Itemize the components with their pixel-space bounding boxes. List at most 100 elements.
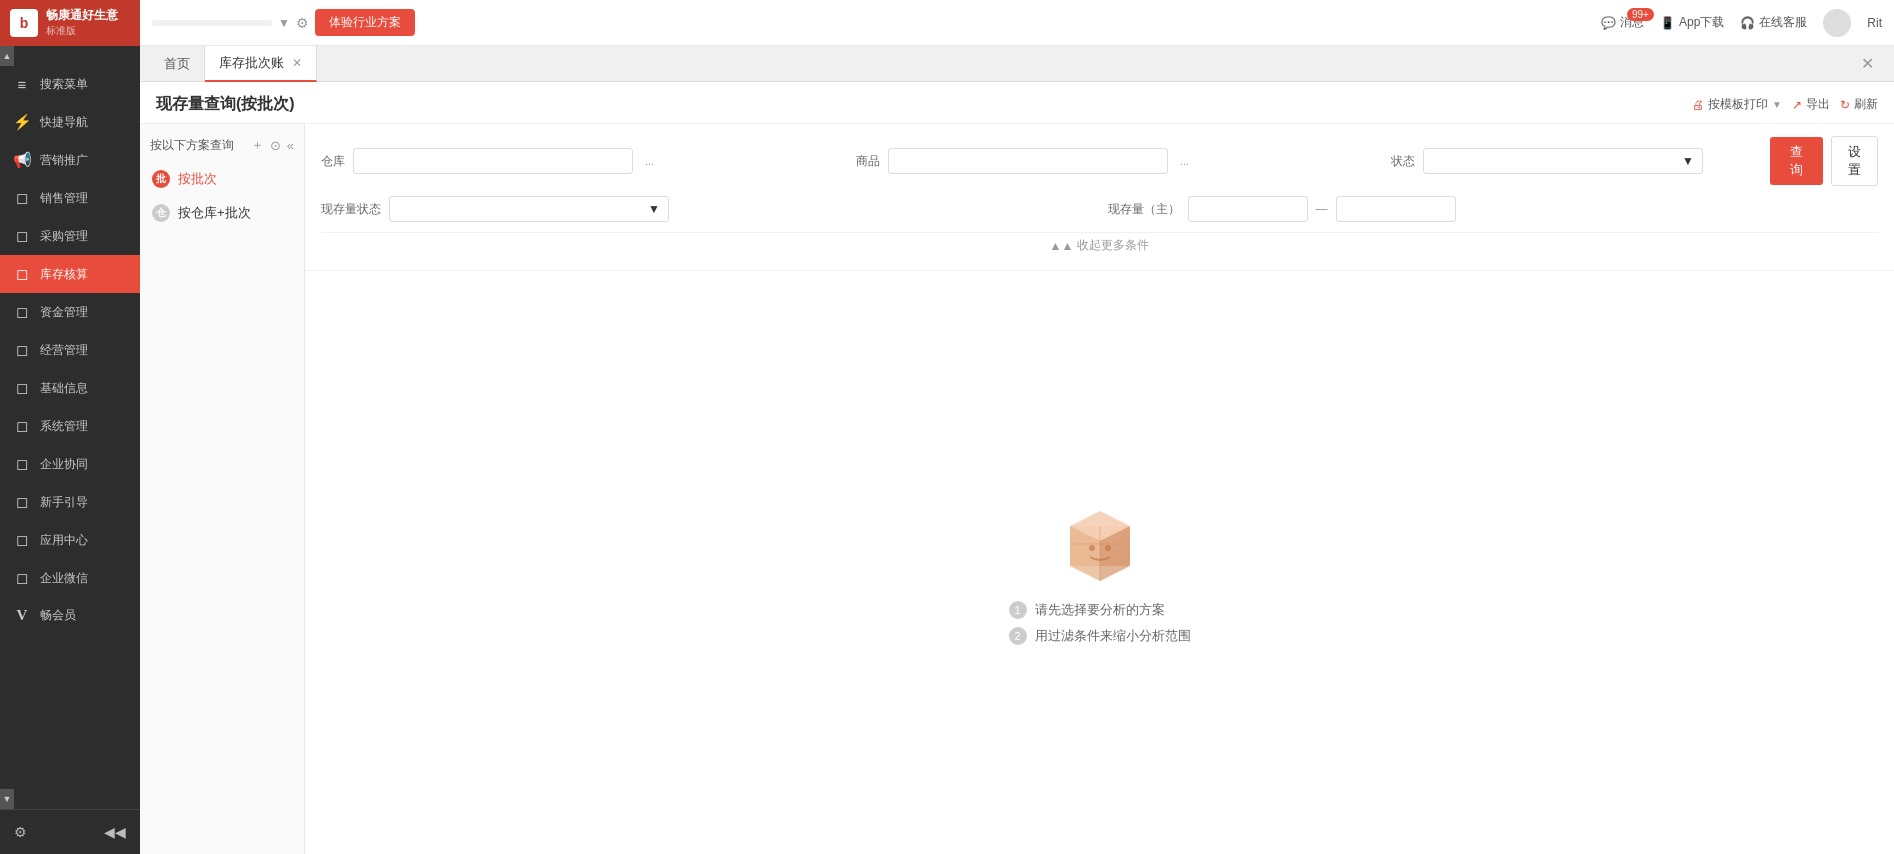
sidebar-item-label-purchase: 采购管理: [40, 228, 88, 245]
search-menu-icon: ≡: [12, 76, 32, 93]
sidebar-item-shortcut[interactable]: ⚡ 快捷导航: [0, 103, 140, 141]
tab-close-icon[interactable]: ✕: [292, 56, 302, 70]
sidebar-item-label-search: 搜索菜单: [40, 76, 88, 93]
tab-panel-close-icon[interactable]: ✕: [1851, 50, 1884, 77]
add-plan-icon[interactable]: ＋: [251, 136, 264, 154]
messages-button[interactable]: 💬 消息 99+: [1601, 14, 1644, 31]
topbar-chevron-icon[interactable]: ▼: [278, 16, 290, 30]
inventory-qty-dash: —: [1316, 202, 1328, 216]
right-panel: 仓库 ... 商品 ... 状态: [305, 124, 1894, 854]
topbar-left: ▼ ⚙ 体验行业方案: [152, 9, 1593, 36]
sidebar-item-sales[interactable]: ◻ 销售管理: [0, 179, 140, 217]
topbar-gear-icon[interactable]: ⚙: [296, 15, 309, 31]
inventory-icon: ◻: [12, 265, 32, 283]
tip-num-2: 2: [1009, 627, 1027, 645]
sidebar-item-newbie[interactable]: ◻ 新手引导: [0, 483, 140, 521]
inventory-qty-max-input[interactable]: [1336, 196, 1456, 222]
svg-point-4: [1089, 545, 1095, 551]
export-icon: ↗: [1792, 98, 1802, 112]
filter-row-2: 现存量状态 ▼ 现存量（主） —: [321, 196, 1878, 222]
sidebar-item-basics[interactable]: ◻ 基础信息: [0, 369, 140, 407]
collapse-label: 收起更多条件: [1077, 237, 1149, 254]
sidebar-item-app-center[interactable]: ◻ 应用中心: [0, 521, 140, 559]
empty-tip-2-text: 用过滤条件来缩小分析范围: [1035, 627, 1191, 645]
tab-inventory-batch[interactable]: 库存批次账 ✕: [205, 46, 317, 82]
status-filter-select[interactable]: ▼: [1423, 148, 1703, 174]
status-select-chevron-icon: ▼: [1682, 154, 1694, 168]
inventory-qty-min-input[interactable]: [1188, 196, 1308, 222]
sidebar-item-marketing[interactable]: 📢 营销推广: [0, 141, 140, 179]
page-content: 现存量查询(按批次) 🖨 按模板打印 ▼ ↗ 导出 ↻ 刷新: [140, 82, 1894, 854]
inventory-status-label: 现存量状态: [321, 201, 381, 218]
sidebar-item-purchase[interactable]: ◻ 采购管理: [0, 217, 140, 255]
sidebar-item-label-inventory: 库存核算: [40, 266, 88, 283]
sidebar-item-inventory[interactable]: ◻ 库存核算: [0, 255, 140, 293]
page-actions: 🖨 按模板打印 ▼ ↗ 导出 ↻ 刷新: [1692, 96, 1878, 113]
query-button[interactable]: 查询: [1770, 137, 1823, 185]
experience-plan-button[interactable]: 体验行业方案: [315, 9, 415, 36]
page-header: 现存量查询(按批次) 🖨 按模板打印 ▼ ↗ 导出 ↻ 刷新: [140, 82, 1894, 124]
app-download-button[interactable]: 📱 App下载: [1660, 14, 1724, 31]
export-button[interactable]: ↗ 导出: [1792, 96, 1830, 113]
sidebar-footer: ⚙ ◀◀: [0, 809, 140, 854]
collapse-filter-button[interactable]: ▲▲ 收起更多条件: [321, 232, 1878, 258]
plan-item-by-batch[interactable]: 批 按批次: [140, 162, 304, 196]
tab-inventory-batch-label: 库存批次账: [219, 54, 284, 72]
topbar-breadcrumb: [152, 20, 272, 26]
svg-point-5: [1105, 545, 1111, 551]
wechat-icon: ◻: [12, 569, 32, 587]
tip-num-1: 1: [1009, 601, 1027, 619]
inventory-status-select[interactable]: ▼: [389, 196, 669, 222]
settings-gear-icon[interactable]: ⚙: [10, 820, 31, 844]
message-icon: 💬: [1601, 16, 1616, 30]
sidebar-item-label-system: 系统管理: [40, 418, 88, 435]
status-filter-label: 状态: [1391, 153, 1415, 170]
left-panel-icons: ＋ ⊙ «: [251, 136, 294, 154]
online-service-button[interactable]: 🎧 在线客服: [1740, 14, 1807, 31]
print-icon: 🖨: [1692, 98, 1704, 112]
sidebar-item-finance[interactable]: ◻ 资金管理: [0, 293, 140, 331]
sidebar-item-search[interactable]: ≡ 搜索菜单: [0, 66, 140, 103]
settings-plan-icon[interactable]: ⊙: [270, 138, 281, 153]
app-logo: b: [10, 9, 38, 37]
filter-actions: 查询 设置: [1770, 136, 1878, 186]
collapse-panel-icon[interactable]: «: [287, 138, 294, 153]
sidebar-item-member[interactable]: V 畅会员: [0, 597, 140, 634]
sidebar-item-system[interactable]: ◻ 系统管理: [0, 407, 140, 445]
warehouse-filter-input[interactable]: [353, 148, 633, 174]
sidebar-item-label-shortcut: 快捷导航: [40, 114, 88, 131]
app-title: 畅康通好生意: [46, 8, 118, 24]
plan-icon-batch: 批: [152, 170, 170, 188]
warehouse-more-icon[interactable]: ...: [645, 155, 654, 167]
refresh-button[interactable]: ↻ 刷新: [1840, 96, 1878, 113]
basics-icon: ◻: [12, 379, 32, 397]
filter-group-warehouse: 仓库 ...: [321, 148, 840, 174]
product-more-icon[interactable]: ...: [1180, 155, 1189, 167]
sidebar-item-enterprise[interactable]: ◻ 企业协同: [0, 445, 140, 483]
username-label[interactable]: Rit: [1867, 16, 1882, 30]
settings-button[interactable]: 设置: [1831, 136, 1878, 186]
product-filter-input[interactable]: [888, 148, 1168, 174]
member-icon: V: [12, 607, 32, 624]
sidebar-item-label-basics: 基础信息: [40, 380, 88, 397]
user-avatar[interactable]: [1823, 9, 1851, 37]
left-panel-header: 按以下方案查询 ＋ ⊙ «: [140, 132, 304, 162]
sidebar-item-label-member: 畅会员: [40, 607, 76, 624]
shortcut-icon: ⚡: [12, 113, 32, 131]
collapse-sidebar-icon[interactable]: ◀◀: [100, 820, 130, 844]
operations-icon: ◻: [12, 341, 32, 359]
sidebar: b 畅康通好生意 标准版 ▲ ≡ 搜索菜单 ⚡ 快捷导航 📢 营销推广 ◻ 销售…: [0, 0, 140, 854]
sidebar-item-wechat[interactable]: ◻ 企业微信: [0, 559, 140, 597]
sidebar-scroll-up[interactable]: ▲: [0, 46, 14, 66]
empty-tips: 1 请先选择要分析的方案 2 用过滤条件来缩小分析范围: [1009, 601, 1191, 645]
print-chevron-icon[interactable]: ▼: [1772, 99, 1782, 110]
messages-badge: 99+: [1627, 8, 1654, 21]
sidebar-scroll-down[interactable]: ▼: [0, 789, 14, 809]
plan-item-by-warehouse-batch[interactable]: 仓 按仓库+批次: [140, 196, 304, 230]
print-button[interactable]: 🖨 按模板打印 ▼: [1692, 96, 1782, 113]
sidebar-item-operations[interactable]: ◻ 经营管理: [0, 331, 140, 369]
left-panel-title: 按以下方案查询: [150, 137, 234, 154]
sidebar-nav: ≡ 搜索菜单 ⚡ 快捷导航 📢 营销推广 ◻ 销售管理 ◻ 采购管理 ◻ 库存核…: [0, 66, 140, 789]
tab-home[interactable]: 首页: [150, 46, 205, 82]
tabs-bar: 首页 库存批次账 ✕ ✕: [140, 46, 1894, 82]
